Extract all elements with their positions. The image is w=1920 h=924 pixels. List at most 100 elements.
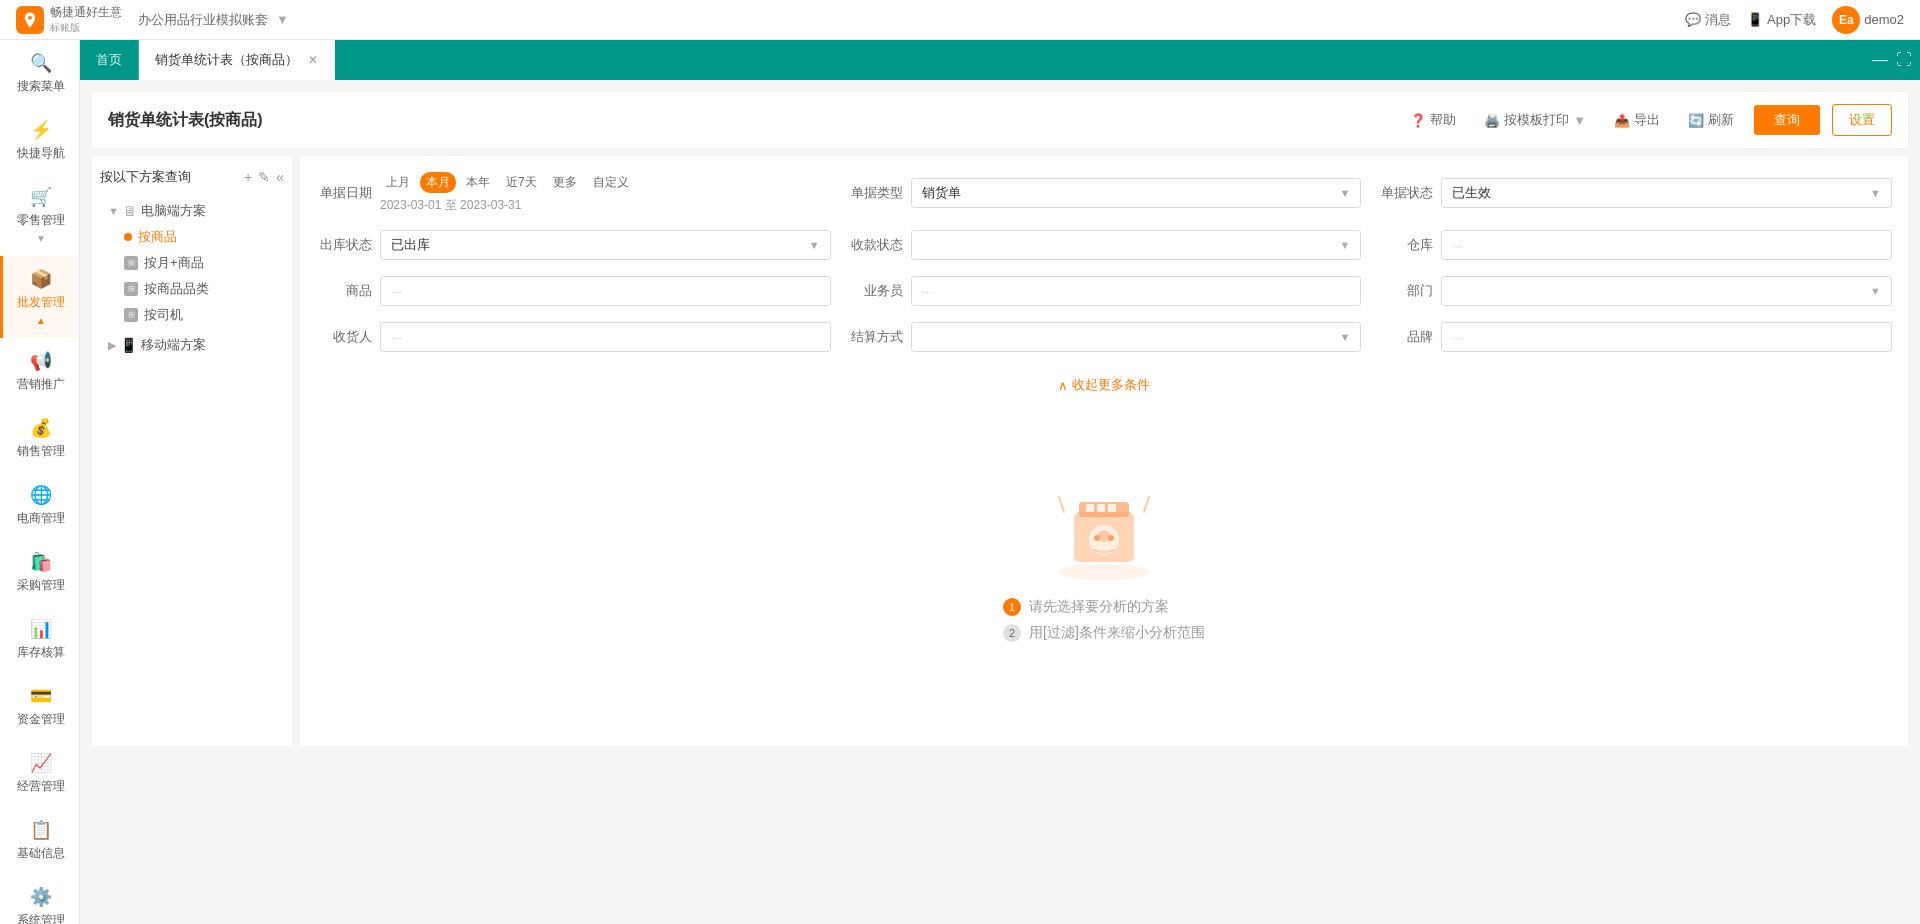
tab-home[interactable]: 首页 [80,40,139,80]
workspace-dropdown-icon[interactable]: ▼ [276,12,289,27]
tree-item-by-category[interactable]: 按 按商品品类 [116,276,284,302]
salesman-field: 业务员 ··· [847,276,1362,306]
filter-row-3: 商品 ··· 业务员 ··· 部门 [316,276,1892,306]
edit-scheme-button[interactable]: ✎ [258,169,270,185]
settlement-input[interactable]: ▼ [911,322,1362,352]
add-scheme-button[interactable]: + [244,169,252,185]
settlement-label: 结算方式 [847,328,903,346]
date-tab-last-month[interactable]: 上月 [380,172,416,193]
panel-header: 按以下方案查询 + ✎ « [100,168,284,186]
recipient-input[interactable]: ··· [380,322,831,352]
date-tab-last-7days[interactable]: 近7天 [500,172,543,193]
settlement-dropdown-icon: ▼ [1339,331,1350,343]
tree-item-by-month-goods[interactable]: 按 按月+商品 [116,250,284,276]
collapse-panel-button[interactable]: « [276,169,284,185]
print-button[interactable]: 🖨️ 按模板打印 ▼ [1476,107,1594,133]
right-panel: 单据日期 上月 本月 本年 近7天 更多 自定义 20 [300,156,1908,746]
sidebar-item-ecommerce[interactable]: 🌐 电商管理 [0,472,79,539]
export-button[interactable]: 📤 导出 [1606,107,1668,133]
tab-maximize-button[interactable]: ⛶ [1896,51,1912,69]
print-dropdown-icon: ▼ [1573,113,1586,128]
monitor-icon: 🖥 [123,203,137,219]
top-bar-right: 💬 消息 📱 App下载 Ea demo2 [1685,6,1904,34]
svg-line-10 [1059,497,1064,512]
date-value: 2023-03-01 至 2023-03-31 [380,197,831,214]
date-tab-this-month[interactable]: 本月 [420,172,456,193]
sidebar-item-inventory[interactable]: 📊 库存核算 [0,606,79,673]
empty-svg [1044,482,1164,582]
svg-rect-3 [1086,504,1094,512]
workspace-name: 办公用品行业模拟账套 [138,11,268,29]
warehouse-input[interactable]: ··· [1441,230,1892,260]
tab-minimize-button[interactable]: — [1872,51,1888,69]
recipient-field: 收货人 ··· [316,322,831,352]
tab-close-button[interactable]: ✕ [308,53,318,67]
help-button[interactable]: ❓ 帮助 [1402,107,1464,133]
type-input[interactable]: 销货单 ▼ [911,178,1362,208]
quicknav-icon: ⚡ [30,119,52,141]
refresh-icon: 🔄 [1688,113,1704,128]
logo[interactable]: 畅捷通好生意 标账版 [16,5,122,34]
sidebar-item-quicknav[interactable]: ⚡ 快捷导航 [0,107,79,174]
sidebar: 🔍 搜索菜单 ⚡ 快捷导航 🛒 零售管理 ▼ 📦 批发管理 ▲ 📢 营销推广 💰… [0,40,80,924]
sidebar-item-search[interactable]: 🔍 搜索菜单 [0,40,79,107]
brand-input[interactable]: ··· [1441,322,1892,352]
sidebar-item-system[interactable]: ⚙️ 系统管理 [0,874,79,924]
tab-bar: 首页 销货单统计表（按商品） ✕ — ⛶ [80,40,1920,80]
tree-group-mobile: ▶ 📱 移动端方案 [100,332,284,358]
purchase-icon: 🛍️ [30,551,52,573]
refresh-button[interactable]: 🔄 刷新 [1680,107,1742,133]
app-download-button[interactable]: 📱 App下载 [1747,11,1816,29]
empty-step-1: 1 请先选择要分析的方案 [1003,598,1205,616]
date-tab-custom[interactable]: 自定义 [587,172,635,193]
sidebar-item-operations[interactable]: 📈 经营管理 [0,740,79,807]
warehouse-label: 仓库 [1377,236,1433,254]
by-month-icon: 按 [124,256,138,270]
receiptstatus-label: 收款状态 [847,236,903,254]
tree-item-by-goods[interactable]: 按商品 [116,224,284,250]
status-input[interactable]: 已生效 ▼ [1441,178,1892,208]
brand-label: 品牌 [1377,328,1433,346]
receiptstatus-dropdown-icon: ▼ [1339,239,1350,251]
salesman-label: 业务员 [847,282,903,300]
tab-sales-stat[interactable]: 销货单统计表（按商品） ✕ [139,40,335,80]
top-bar-left: 畅捷通好生意 标账版 办公用品行业模拟账套 ▼ [16,5,289,34]
sidebar-item-purchase[interactable]: 🛍️ 采购管理 [0,539,79,606]
tree-item-by-driver[interactable]: 按 按司机 [116,302,284,328]
message-button[interactable]: 💬 消息 [1685,11,1731,29]
sidebar-item-basic[interactable]: 📋 基础信息 [0,807,79,874]
dept-input[interactable]: ▼ [1441,276,1892,306]
system-icon: ⚙️ [30,886,52,908]
user-menu-button[interactable]: Ea demo2 [1832,6,1904,34]
collapse-button[interactable]: ∧ 收起更多条件 [316,368,1892,402]
tree-group-desktop-header[interactable]: ▼ 🖥 电脑端方案 [100,198,284,224]
sidebar-item-sales[interactable]: 💰 销售管理 [0,405,79,472]
receiptstatus-input[interactable]: ▼ [911,230,1362,260]
date-tab-this-year[interactable]: 本年 [460,172,496,193]
logo-svg [21,11,39,29]
salesman-input[interactable]: ··· [911,276,1362,306]
sidebar-item-wholesale[interactable]: 📦 批发管理 ▲ [0,256,79,338]
date-tab-more[interactable]: 更多 [547,172,583,193]
svg-point-8 [1094,535,1100,541]
svg-point-0 [1059,564,1149,580]
tree-children-desktop: 按商品 按 按月+商品 按 按商品品类 按 [100,224,284,328]
settings-button[interactable]: 设置 [1832,104,1892,136]
goods-input[interactable]: ··· [380,276,831,306]
sidebar-item-marketing[interactable]: 📢 营销推广 [0,338,79,405]
by-driver-icon: 按 [124,308,138,322]
retail-arrow: ▼ [36,233,46,244]
query-button[interactable]: 查询 [1754,105,1820,135]
tree-group-mobile-header[interactable]: ▶ 📱 移动端方案 [100,332,284,358]
status-dropdown-icon: ▼ [1870,187,1881,199]
sidebar-item-retail[interactable]: 🛒 零售管理 ▼ [0,174,79,256]
page-content: 销货单统计表(按商品) ❓ 帮助 🖨️ 按模板打印 ▼ 📤 导出 [80,80,1920,924]
basic-icon: 📋 [30,819,52,841]
top-bar: 畅捷通好生意 标账版 办公用品行业模拟账套 ▼ 💬 消息 📱 App下载 Ea … [0,0,1920,40]
outstatus-input[interactable]: 已出库 ▼ [380,230,831,260]
mobile-scheme-icon: 📱 [120,337,137,353]
wholesale-arrow: ▲ [36,315,46,326]
sidebar-item-finance[interactable]: 💳 资金管理 [0,673,79,740]
date-label: 单据日期 [316,184,372,202]
type-label: 单据类型 [847,184,903,202]
